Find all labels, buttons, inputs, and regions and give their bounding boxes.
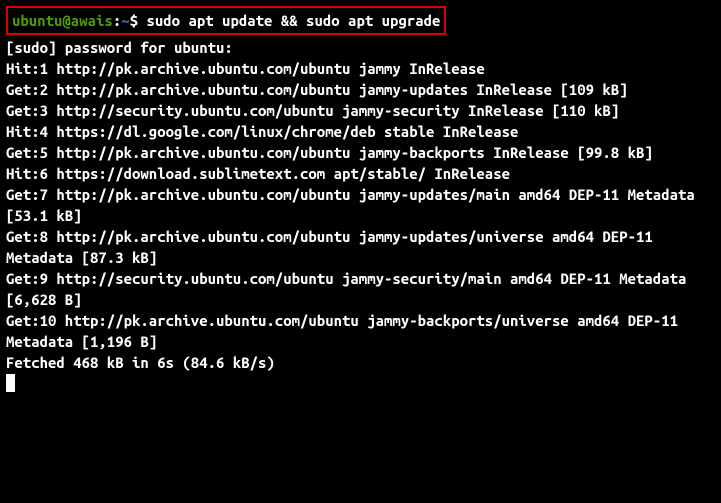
output-line: [sudo] password for ubuntu: <box>6 37 715 58</box>
output-line: Get:9 http://security.ubuntu.com/ubuntu … <box>6 268 715 310</box>
prompt-user-host: ubuntu@awais <box>12 12 113 29</box>
cursor <box>6 374 15 392</box>
output-line: Fetched 468 kB in 6s (84.6 kB/s) <box>6 352 715 373</box>
output-line: Hit:1 http://pk.archive.ubuntu.com/ubunt… <box>6 58 715 79</box>
output-line: Get:5 http://pk.archive.ubuntu.com/ubunt… <box>6 142 715 163</box>
output-line: Get:8 http://pk.archive.ubuntu.com/ubunt… <box>6 226 715 268</box>
prompt-line-highlighted: ubuntu@awais:~$ sudo apt update && sudo … <box>6 6 446 35</box>
prompt-colon: : <box>113 12 121 29</box>
output-line: Get:3 http://security.ubuntu.com/ubuntu … <box>6 100 715 121</box>
prompt-dollar: $ <box>130 12 138 29</box>
terminal-output: [sudo] password for ubuntu: Hit:1 http:/… <box>6 37 715 373</box>
command-text: sudo apt update && sudo apt upgrade <box>146 12 440 29</box>
output-line: Get:10 http://pk.archive.ubuntu.com/ubun… <box>6 310 715 352</box>
terminal[interactable]: ubuntu@awais:~$ sudo apt update && sudo … <box>6 6 715 394</box>
output-line: Hit:4 https://dl.google.com/linux/chrome… <box>6 121 715 142</box>
output-line: Get:7 http://pk.archive.ubuntu.com/ubunt… <box>6 184 715 226</box>
output-line: Get:2 http://pk.archive.ubuntu.com/ubunt… <box>6 79 715 100</box>
prompt-path: ~ <box>121 12 129 29</box>
output-line: Hit:6 https://download.sublimetext.com a… <box>6 163 715 184</box>
